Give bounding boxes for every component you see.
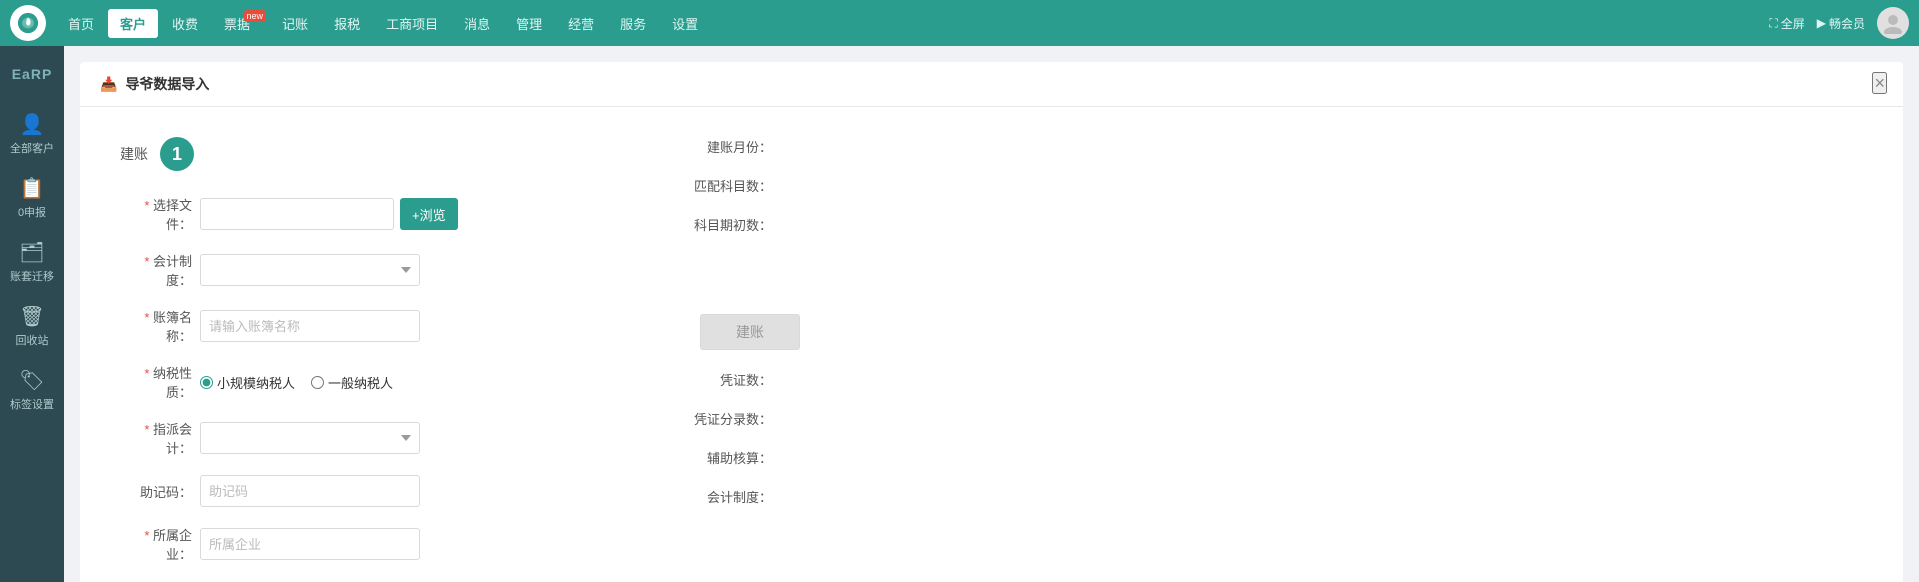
file-input[interactable]: [200, 198, 394, 230]
close-button[interactable]: ×: [1872, 72, 1887, 94]
company-input[interactable]: [200, 528, 420, 560]
sidebar-item-all-clients[interactable]: 👤 全部客户: [0, 104, 64, 164]
nav-item-tax[interactable]: 报税: [322, 9, 372, 38]
sidebar-item-recycle[interactable]: 🗑 回收站: [0, 296, 64, 356]
step-header: 建账 1: [120, 137, 620, 171]
fullscreen-button[interactable]: ⛶ 全屏: [1769, 15, 1804, 32]
ledger-name-label: 账簿名称：: [120, 307, 200, 345]
form-left: 建账 1 选择文件： +浏览 会计制度：: [120, 137, 620, 582]
sidebar-item-declaration[interactable]: 📋 0申报: [0, 168, 64, 228]
step-label: 建账: [120, 144, 148, 164]
browse-button[interactable]: +浏览: [400, 198, 458, 230]
voucher-entries-label: 凭证分录数：: [680, 409, 780, 428]
new-badge: new: [244, 10, 267, 22]
step-circle: 1: [160, 137, 194, 171]
nav-item-bookkeeping[interactable]: 记账: [270, 9, 320, 38]
tag-icon: 🏷: [19, 368, 44, 393]
assistant-code-label: 助记码：: [120, 482, 200, 501]
assistant-code-input[interactable]: [200, 475, 420, 507]
member-icon: ▶: [1817, 16, 1826, 30]
file-label: 选择文件：: [120, 195, 200, 233]
accounting-system-label: 会计制度：: [120, 251, 200, 289]
form-row-accounting-system: 会计制度：: [120, 251, 620, 289]
form-row-ledger-name: 账簿名称：: [120, 307, 620, 345]
accountant-label: 指派会计：: [120, 419, 200, 457]
sidebar-item-tag-settings[interactable]: 🏷 标签设置: [0, 360, 64, 420]
import-panel: 📥 导爷数据导入 × 建账 1 选择文件： +浏览: [80, 62, 1903, 582]
tax-type-option2[interactable]: 一般纳税人: [311, 373, 393, 392]
match-subjects-label: 匹配科目数：: [680, 176, 780, 195]
report-icon: 📋: [20, 176, 45, 201]
sidebar-logo: EaRP: [0, 56, 64, 92]
tax-type-radio-general[interactable]: [311, 376, 324, 389]
tax-type-option1[interactable]: 小规模纳税人: [200, 373, 295, 392]
form-row-company: 所属企业：: [120, 525, 620, 563]
fullscreen-icon: ⛶: [1769, 16, 1777, 31]
main-layout: EaRP 👤 全部客户 📋 0申报 🗂 账套迁移 🗑 回收站 🏷 标签设置 📥 …: [0, 46, 1919, 582]
trash-icon: 🗑: [19, 304, 44, 329]
company-label: 所属企业：: [120, 525, 200, 563]
info-row-jianzh-month: 建账月份：: [680, 137, 1863, 156]
form-row-tax-type: 纳税性质： 小规模纳税人 一般纳税人: [120, 363, 620, 401]
tax-type-radio-small[interactable]: [200, 376, 213, 389]
info-row-voucher-entries: 凭证分录数：: [680, 409, 1863, 428]
panel-title: 导爷数据导入: [125, 74, 209, 94]
sidebar: EaRP 👤 全部客户 📋 0申报 🗂 账套迁移 🗑 回收站 🏷 标签设置: [0, 46, 64, 582]
ledger-name-input[interactable]: [200, 310, 420, 342]
nav-items: 首页 客户 收费 票据 new 记账 报税 工商项目 消息 管理 经营 服务 设…: [56, 9, 1769, 38]
info-row-subject-initial: 科目期初数：: [680, 215, 1863, 234]
form-row-file: 选择文件： +浏览: [120, 195, 620, 233]
top-nav: 首页 客户 收费 票据 new 记账 报税 工商项目 消息 管理 经营 服务 设…: [0, 0, 1919, 46]
info-row-auxiliary: 辅助核算：: [680, 448, 1863, 467]
file-input-wrap: +浏览: [200, 198, 420, 230]
nav-item-home[interactable]: 首页: [56, 9, 106, 38]
accounting-system-info-label: 会计制度：: [680, 487, 780, 506]
form-right: 建账月份： 匹配科目数： 科目期初数： 建账 凭证数：: [620, 137, 1863, 582]
nav-item-message[interactable]: 消息: [452, 9, 502, 38]
nav-item-service[interactable]: 服务: [608, 9, 658, 38]
accountant-select[interactable]: [200, 422, 420, 454]
member-button[interactable]: ▶ 畅会员: [1817, 15, 1865, 32]
submit-jianzh-button[interactable]: 建账: [700, 314, 800, 350]
sidebar-item-account-migration[interactable]: 🗂 账套迁移: [0, 232, 64, 292]
nav-item-management[interactable]: 管理: [504, 9, 554, 38]
accounting-system-select[interactable]: [200, 254, 420, 286]
info-row-voucher-count: 凭证数：: [680, 370, 1863, 389]
nav-item-settings[interactable]: 设置: [660, 9, 710, 38]
subject-initial-label: 科目期初数：: [680, 215, 780, 234]
tax-type-label: 纳税性质：: [120, 363, 200, 401]
person-icon: 👤: [20, 112, 45, 137]
panel-header: 📥 导爷数据导入: [80, 62, 1903, 107]
nav-right: ⛶ 全屏 ▶ 畅会员: [1769, 7, 1909, 39]
nav-item-clients[interactable]: 客户: [108, 9, 158, 38]
migrate-icon: 🗂: [19, 240, 44, 265]
upload-icon: 📥: [100, 76, 117, 93]
auxiliary-label: 辅助核算：: [680, 448, 780, 467]
jianzh-month-label: 建账月份：: [680, 137, 780, 156]
nav-item-invoice[interactable]: 票据 new: [212, 9, 268, 38]
tax-type-radio-group: 小规模纳税人 一般纳税人: [200, 373, 393, 392]
info-row-accounting-system: 会计制度：: [680, 487, 1863, 506]
nav-item-billing[interactable]: 收费: [160, 9, 210, 38]
voucher-count-label: 凭证数：: [680, 370, 780, 389]
form-body: 建账 1 选择文件： +浏览 会计制度：: [80, 107, 1903, 582]
app-logo[interactable]: [10, 5, 46, 41]
nav-item-bizproject[interactable]: 工商项目: [374, 9, 450, 38]
nav-item-operations[interactable]: 经营: [556, 9, 606, 38]
avatar[interactable]: [1877, 7, 1909, 39]
main-content: 📥 导爷数据导入 × 建账 1 选择文件： +浏览: [64, 46, 1919, 582]
form-row-accountant: 指派会计：: [120, 419, 620, 457]
info-row-match-subjects: 匹配科目数：: [680, 176, 1863, 195]
form-row-assistant-code: 助记码：: [120, 475, 620, 507]
